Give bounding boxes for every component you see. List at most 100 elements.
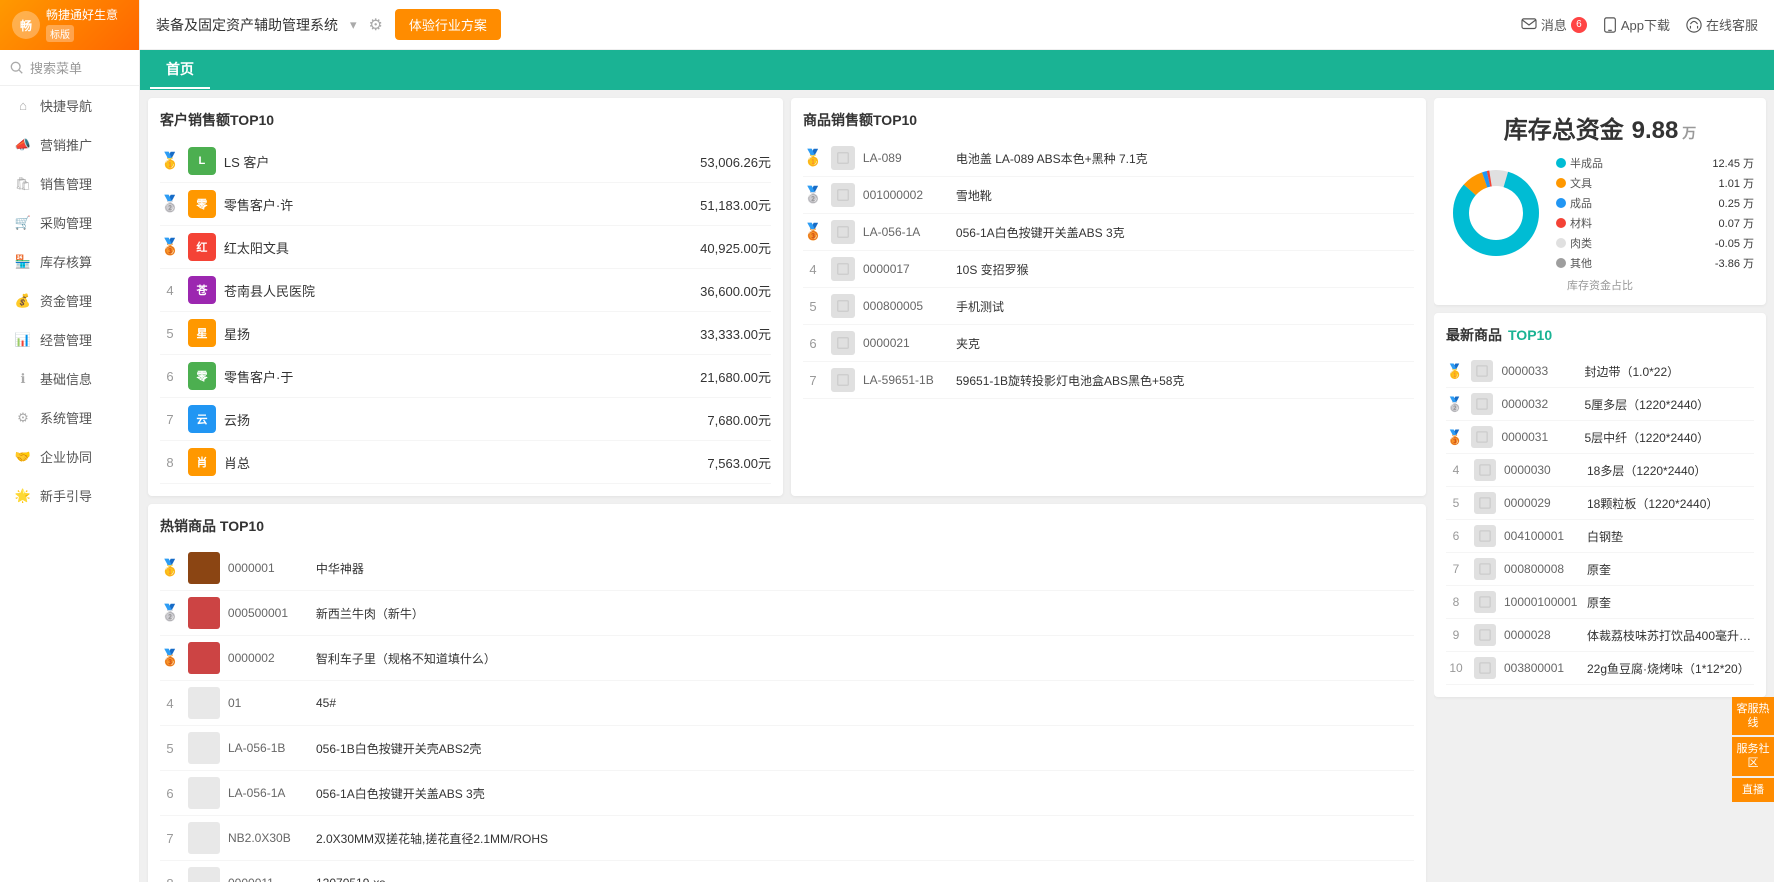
new-products-list: 🥇 0000033 封边带（1.0*22） 🥈 0000032 5厘多层（122… bbox=[1446, 355, 1754, 685]
hot-name: 45# bbox=[316, 696, 1414, 710]
hot-name: 056-1A白色按键开关盖ABS 3壳 bbox=[316, 785, 1414, 802]
legend-label-finished: 成品 bbox=[1570, 195, 1715, 211]
new-name: 18多层（1220*2440） bbox=[1587, 462, 1754, 479]
search-menu-label: 搜索菜单 bbox=[30, 58, 82, 77]
rank-avatar: 红 bbox=[188, 233, 216, 261]
new-code: 0000029 bbox=[1504, 496, 1579, 510]
customer-rank-item: 🥈 零 零售客户·许 51,183.00元 bbox=[160, 183, 771, 226]
hot-code: 01 bbox=[228, 696, 308, 710]
new-product-item: 9 0000028 体裁荔枝味苏打饮品400毫升（1*15） bbox=[1446, 619, 1754, 652]
customer-rank-item: 8 肖 肖总 7,563.00元 bbox=[160, 441, 771, 484]
legend-dot-finished bbox=[1556, 198, 1566, 208]
app-download-btn[interactable]: App下载 bbox=[1603, 15, 1670, 34]
purchase-icon: 🛒 bbox=[14, 214, 32, 232]
legend-dot-meat bbox=[1556, 238, 1566, 248]
sales-icon: 🛍 bbox=[14, 175, 32, 193]
hot-name: 新西兰牛肉（新牛） bbox=[316, 605, 1414, 622]
product-rank-item: 6 0000021 夹克 bbox=[803, 325, 1414, 362]
sidebar-item-system[interactable]: ⚙ 系统管理 bbox=[0, 398, 139, 437]
prod-avatar bbox=[831, 183, 855, 207]
hot-img bbox=[188, 552, 220, 584]
float-service-btn[interactable]: 客服热线 bbox=[1732, 697, 1774, 736]
inventory-card: 库存总资金 9.88 万 bbox=[1434, 98, 1766, 305]
legend-value-other: -3.86 万 bbox=[1715, 255, 1754, 271]
sidebar: 畅 畅捷通好生意 标版 搜索菜单 ⌂ 快捷导航 📣 营销推广 🛍 销售管理 🛒 … bbox=[0, 0, 140, 882]
float-live-btn[interactable]: 直播 bbox=[1732, 778, 1774, 802]
hot-product-item: 🥈 000500001 新西兰牛肉（新牛） bbox=[160, 591, 1414, 636]
rank-avatar: 苍 bbox=[188, 276, 216, 304]
legend-item-other: 其他 -3.86 万 bbox=[1556, 253, 1754, 273]
hot-products-list: 🥇 0000001 中华神器 🥈 000500001 新西兰牛肉（新牛） 🥉 0… bbox=[160, 546, 1414, 882]
prod-avatar bbox=[831, 220, 855, 244]
hot-product-item: 🥉 0000002 智利车子里（规格不知道填什么） bbox=[160, 636, 1414, 681]
hot-product-item: 7 NB2.0X30B 2.0X30MM双搓花轴,搓花直径2.1MM/ROHS bbox=[160, 816, 1414, 861]
new-code: 10000100001 bbox=[1504, 595, 1579, 609]
hot-name: 2.0X30MM双搓花轴,搓花直径2.1MM/ROHS bbox=[316, 830, 1414, 847]
message-icon bbox=[1521, 18, 1537, 32]
search-menu[interactable]: 搜索菜单 bbox=[0, 50, 139, 86]
customer-rank-item: 7 云 云扬 7,680.00元 bbox=[160, 398, 771, 441]
legend-dot-material bbox=[1556, 218, 1566, 228]
tab-home[interactable]: 首页 bbox=[150, 51, 210, 89]
hot-code: LA-056-1B bbox=[228, 741, 308, 755]
hot-product-item: 🥇 0000001 中华神器 bbox=[160, 546, 1414, 591]
customer-rank-list: 🥇 L LS 客户 53,006.26元 🥈 零 零售客户·许 51,183.0… bbox=[160, 140, 771, 484]
rank-value: 36,600.00元 bbox=[700, 281, 771, 300]
sidebar-item-guide[interactable]: 🌟 新手引导 bbox=[0, 476, 139, 515]
prod-name: 59651-1B旋转投影灯电池盒ABS黑色+58克 bbox=[956, 372, 1414, 389]
sidebar-item-inventory[interactable]: 🏪 库存核算 bbox=[0, 242, 139, 281]
inventory-total: 库存总资金 9.88 万 bbox=[1446, 110, 1754, 145]
sidebar-item-basic-info[interactable]: ℹ 基础信息 bbox=[0, 359, 139, 398]
sidebar-item-finance[interactable]: 💰 资金管理 bbox=[0, 281, 139, 320]
legend-dot-stationery bbox=[1556, 178, 1566, 188]
sidebar-item-sales[interactable]: 🛍 销售管理 bbox=[0, 164, 139, 203]
rank-value: 51,183.00元 bbox=[700, 195, 771, 214]
new-avatar bbox=[1474, 492, 1496, 514]
sidebar-item-collab[interactable]: 🤝 企业协同 bbox=[0, 437, 139, 476]
rank-avatar: L bbox=[188, 147, 216, 175]
sidebar-item-home[interactable]: ⌂ 快捷导航 bbox=[0, 86, 139, 125]
new-code: 003800001 bbox=[1504, 661, 1579, 675]
online-service-label: 在线客服 bbox=[1706, 15, 1758, 34]
online-service-btn[interactable]: 在线客服 bbox=[1686, 15, 1758, 34]
management-icon: 📊 bbox=[14, 331, 32, 349]
topbar-title: 装备及固定资产辅助管理系统 bbox=[156, 15, 338, 35]
float-community-btn[interactable]: 服务社区 bbox=[1732, 737, 1774, 776]
prod-code: LA-59651-1B bbox=[863, 373, 948, 387]
message-badge: 6 bbox=[1571, 17, 1587, 33]
new-code: 0000031 bbox=[1501, 430, 1576, 444]
hot-product-item: 6 LA-056-1A 056-1A白色按键开关盖ABS 3壳 bbox=[160, 771, 1414, 816]
inventory-legend: 半成品 12.45 万 文具 1.01 万 成品 0.25 万 bbox=[1556, 153, 1754, 273]
prod-avatar bbox=[831, 257, 855, 281]
dropdown-icon[interactable]: ▾ bbox=[350, 17, 357, 33]
messages-btn[interactable]: 消息 6 bbox=[1521, 15, 1587, 34]
new-code: 0000032 bbox=[1501, 397, 1576, 411]
rank-avatar: 星 bbox=[188, 319, 216, 347]
customer-rank-item: 4 苍 苍南县人民医院 36,600.00元 bbox=[160, 269, 771, 312]
product-ranking-title: 商品销售额TOP10 bbox=[803, 110, 1414, 130]
prod-name: 10S 变招罗猴 bbox=[956, 261, 1414, 278]
rank-avatar: 肖 bbox=[188, 448, 216, 476]
new-code: 0000030 bbox=[1504, 463, 1579, 477]
settings-icon[interactable]: ⚙ bbox=[369, 15, 383, 35]
sidebar-item-purchase[interactable]: 🛒 采购管理 bbox=[0, 203, 139, 242]
prod-code: 0000021 bbox=[863, 336, 948, 350]
prod-avatar bbox=[831, 294, 855, 318]
new-products-card: 最新商品 TOP10 🥇 0000033 封边带（1.0*22） 🥈 00000… bbox=[1434, 313, 1766, 697]
prod-code: 000800005 bbox=[863, 299, 948, 313]
new-product-item: 4 0000030 18多层（1220*2440） bbox=[1446, 454, 1754, 487]
hot-img bbox=[188, 597, 220, 629]
rank-value: 53,006.26元 bbox=[700, 152, 771, 171]
prod-name: 电池盖 LA-089 ABS本色+黑种 7.1克 bbox=[956, 150, 1414, 167]
product-rank-item: 🥈 001000002 雪地靴 bbox=[803, 177, 1414, 214]
trial-button[interactable]: 体验行业方案 bbox=[395, 9, 501, 40]
sidebar-label-6: 经营管理 bbox=[40, 330, 92, 349]
sidebar-item-marketing[interactable]: 📣 营销推广 bbox=[0, 125, 139, 164]
legend-value-meat: -0.05 万 bbox=[1715, 235, 1754, 251]
rank-value: 21,680.00元 bbox=[700, 367, 771, 386]
new-name: 原奎 bbox=[1587, 561, 1754, 578]
float-service: 客服热线 服务社区 直播 bbox=[1732, 697, 1774, 802]
customer-rank-item: 🥉 红 红太阳文具 40,925.00元 bbox=[160, 226, 771, 269]
sidebar-item-management[interactable]: 📊 经营管理 bbox=[0, 320, 139, 359]
home-icon: ⌂ bbox=[14, 97, 32, 115]
